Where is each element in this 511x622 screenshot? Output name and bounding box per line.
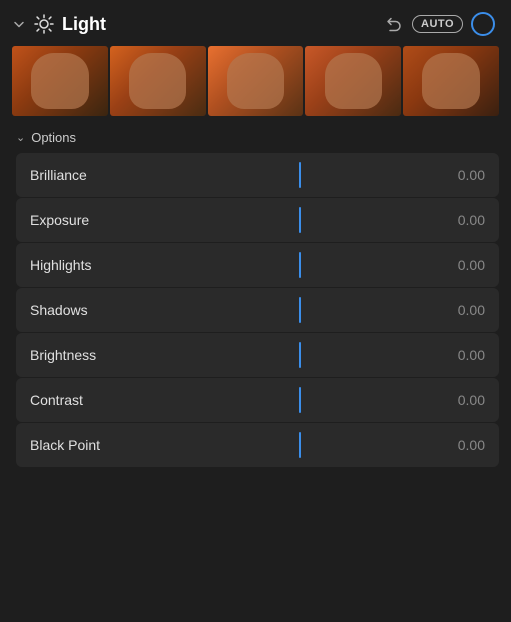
slider-row[interactable]: Shadows 0.00 (16, 288, 499, 332)
section-title: Light (62, 14, 376, 35)
options-label: Options (31, 130, 76, 145)
slider-indicator (299, 387, 301, 413)
slider-value: 0.00 (440, 347, 485, 363)
options-header[interactable]: ⌄ Options (16, 130, 499, 145)
slider-indicator (299, 252, 301, 278)
slider-track[interactable] (160, 423, 440, 467)
slider-track[interactable] (160, 288, 440, 332)
sliders-list: Brilliance 0.00 Exposure 0.00 Highlights 0.00… (16, 153, 499, 467)
slider-row[interactable]: Brightness 0.00 (16, 333, 499, 377)
slider-row[interactable]: Exposure 0.00 (16, 198, 499, 242)
slider-value: 0.00 (440, 437, 485, 453)
slider-value: 0.00 (440, 302, 485, 318)
slider-label: Highlights (30, 257, 160, 273)
options-chevron: ⌄ (16, 131, 25, 144)
slider-value: 0.00 (440, 167, 485, 183)
slider-row[interactable]: Black Point 0.00 (16, 423, 499, 467)
thumbnail-item[interactable] (12, 46, 108, 116)
slider-row[interactable]: Brilliance 0.00 (16, 153, 499, 197)
slider-indicator (299, 297, 301, 323)
slider-row[interactable]: Highlights 0.00 (16, 243, 499, 287)
slider-label: Contrast (30, 392, 160, 408)
slider-track[interactable] (160, 153, 440, 197)
options-section: ⌄ Options Brilliance0.00Exposure0.00High… (0, 126, 511, 475)
slider-value: 0.00 (440, 392, 485, 408)
slider-track[interactable] (160, 243, 440, 287)
slider-label: Shadows (30, 302, 160, 318)
slider-track[interactable] (160, 198, 440, 242)
thumbnail-item[interactable] (403, 46, 499, 116)
thumbnails-strip (0, 46, 511, 126)
slider-indicator (299, 162, 301, 188)
slider-label: Exposure (30, 212, 160, 228)
slider-label: Brilliance (30, 167, 160, 183)
thumbnail-item[interactable] (305, 46, 401, 116)
collapse-chevron[interactable] (12, 17, 26, 31)
mode-toggle-button[interactable] (471, 12, 495, 36)
slider-value: 0.00 (440, 257, 485, 273)
slider-label: Brightness (30, 347, 160, 363)
header-controls: AUTO (384, 12, 495, 36)
slider-indicator (299, 342, 301, 368)
thumbnail-item[interactable] (110, 46, 206, 116)
slider-track[interactable] (160, 333, 440, 377)
slider-value: 0.00 (440, 212, 485, 228)
undo-button[interactable] (384, 14, 404, 34)
auto-button[interactable]: AUTO (412, 15, 463, 33)
slider-track[interactable] (160, 378, 440, 422)
slider-row[interactable]: Contrast 0.00 (16, 378, 499, 422)
slider-label: Black Point (30, 437, 160, 453)
sun-icon (34, 14, 54, 34)
section-header: Light AUTO (0, 0, 511, 46)
slider-indicator (299, 207, 301, 233)
slider-indicator (299, 432, 301, 458)
thumbnail-item[interactable] (208, 46, 304, 116)
